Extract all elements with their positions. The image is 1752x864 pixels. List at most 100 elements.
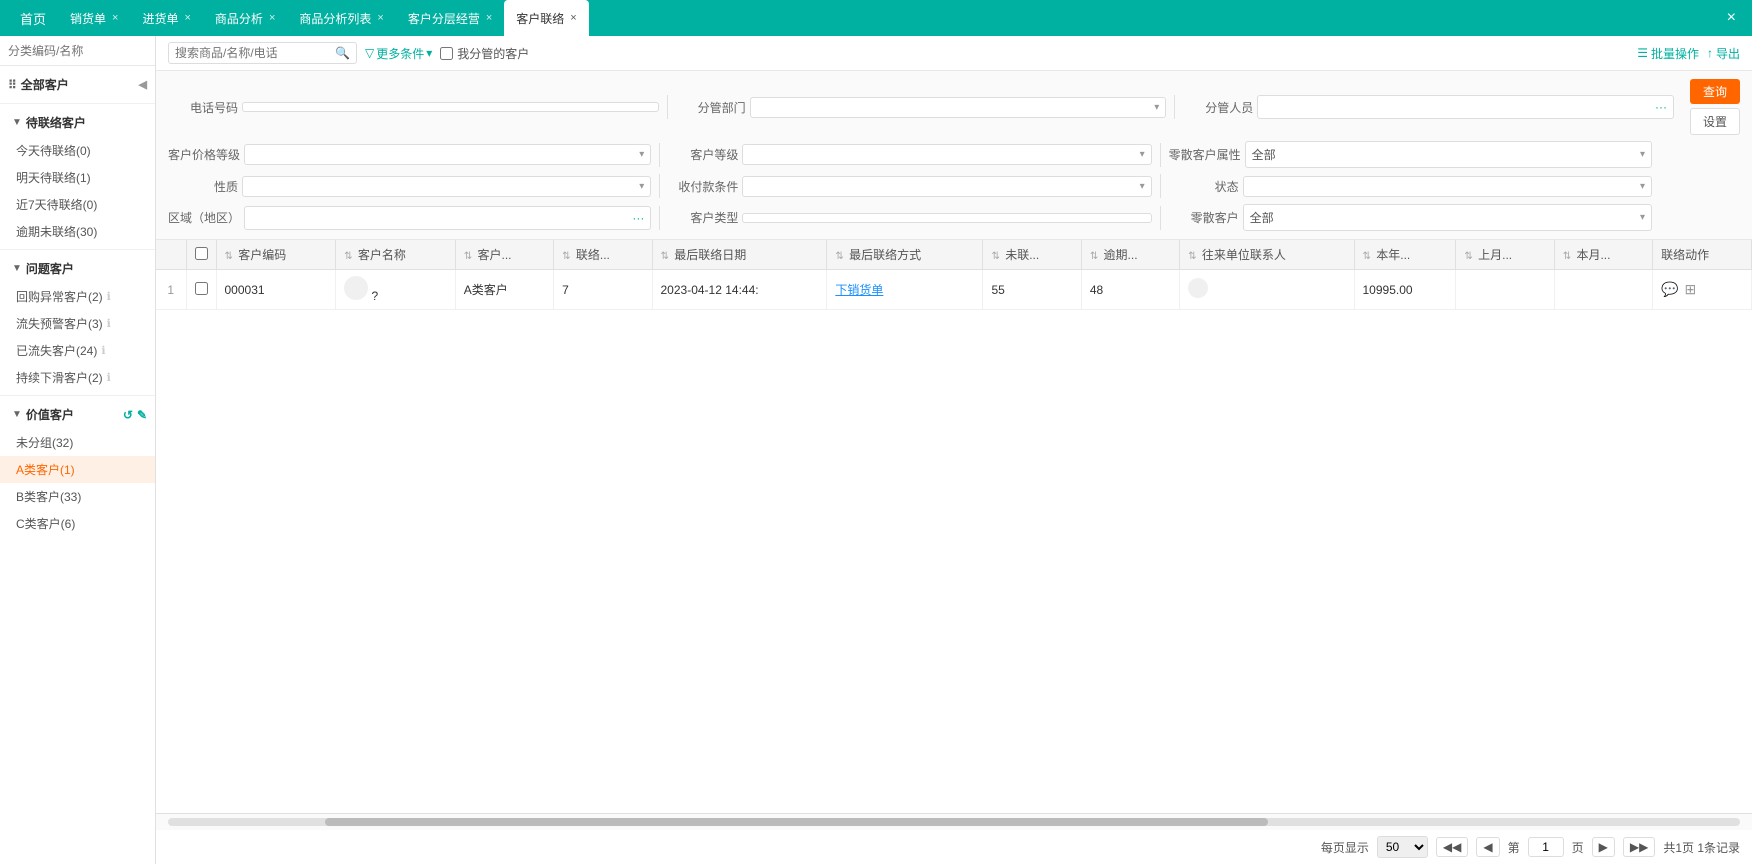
nav-tab-customer-tier[interactable]: 客户分层经营 × (396, 0, 504, 36)
close-tab-purchase-icon[interactable]: × (184, 12, 190, 24)
sidebar-item-lost-pre[interactable]: 流失预警客户(3) ℹ (0, 310, 155, 337)
close-tab-sales-icon[interactable]: × (112, 12, 118, 24)
contact-method-link[interactable]: 下销货单 (835, 283, 883, 297)
person-dots-icon[interactable]: ··· (1655, 100, 1667, 114)
col-this-month: ⇅ 本月... (1554, 240, 1652, 270)
retail-attr-input[interactable]: 全部▾ (1245, 141, 1652, 168)
total-pages-label: 页 (1572, 839, 1584, 856)
filter-customer-type: 客户类型 (668, 209, 1151, 226)
person-input[interactable]: ··· (1257, 95, 1674, 119)
nav-tab-analysis-list[interactable]: 商品分析列表 × (287, 0, 395, 36)
price-level-label: 客户价格等级 (168, 146, 240, 163)
row-last-month (1456, 270, 1554, 310)
filter-row-4: 区域（地区） ··· 客户类型 零散客户 全部▾ (168, 204, 1740, 231)
close-tab-analysis-icon[interactable]: × (269, 12, 275, 24)
sidebar-value-customers-section: ▼ 价值客户 ↺ ✎ 未分组(32) A类客户(1) B类客户(33) C类客户… (0, 395, 155, 541)
refresh-icon[interactable]: ↺ (123, 408, 133, 422)
row-checkbox-cell (186, 270, 216, 310)
pay-condition-input[interactable]: ▾ (742, 176, 1151, 197)
sidebar-item-tomorrow-wait[interactable]: 明天待联络(1) (0, 164, 155, 191)
close-tab-customer-tier-icon[interactable]: × (486, 12, 492, 24)
sidebar-all-customers-header[interactable]: ⠿ 全部客户 ◀ (0, 70, 155, 99)
first-page-button[interactable]: ◀◀ (1436, 837, 1468, 857)
customer-level-input[interactable]: ▾ (742, 144, 1151, 165)
sidebar-item-unclassified[interactable]: 未分组(32) (0, 429, 155, 456)
filter-bar: 🔍 ▽ 更多条件 ▾ 我分管的客户 ☰ 批量操作 ↑ 导出 (156, 36, 1752, 71)
sidebar-item-class-c[interactable]: C类客户(6) (0, 510, 155, 537)
sidebar-wait-contact-header[interactable]: ▼ 待联络客户 (0, 108, 155, 137)
content-area: 🔍 ▽ 更多条件 ▾ 我分管的客户 ☰ 批量操作 ↑ 导出 (156, 36, 1752, 864)
search-icon[interactable]: 🔍 (335, 46, 350, 60)
region-input[interactable]: ··· (244, 206, 651, 230)
export-button[interactable]: ↑ 导出 (1707, 45, 1740, 62)
table-container: ⇅ 客户编码 ⇅ 客户名称 ⇅ 客户... ⇅ (156, 240, 1752, 813)
info-icon-continue-down: ℹ (107, 371, 111, 384)
nav-tab-purchase[interactable]: 进货单 × (130, 0, 202, 36)
nav-tab-customer-contact[interactable]: 客户联络 × (504, 0, 588, 36)
query-button[interactable]: 查询 (1690, 79, 1740, 104)
sidebar-item-rebuyers[interactable]: 回购异常客户(2) ℹ (0, 283, 155, 310)
nav-home[interactable]: 首页 (8, 0, 58, 36)
row-checkbox[interactable] (195, 282, 208, 295)
row-customer-class: A类客户 (455, 270, 553, 310)
filter-status: 状态 ▾ (1169, 176, 1652, 197)
next-page-button[interactable]: ▶ (1592, 837, 1615, 857)
qr-icon[interactable]: ⊞ (1685, 281, 1697, 298)
region-dots-icon[interactable]: ··· (632, 211, 644, 225)
col-last-contact-method: ⇅ 最后联络方式 (827, 240, 983, 270)
sidebar-item-continue-down[interactable]: 持续下滑客户(2) ℹ (0, 364, 155, 391)
close-tab-analysis-list-icon[interactable]: × (377, 12, 383, 24)
sidebar-search-area: 🔍 (0, 36, 155, 66)
triangle-down-icon: ▼ (12, 117, 22, 128)
status-input[interactable]: ▾ (1243, 176, 1652, 197)
edit-icon[interactable]: ✎ (137, 408, 147, 422)
row-this-year: 10995.00 (1354, 270, 1456, 310)
page-number-input[interactable] (1528, 837, 1564, 857)
sidebar-value-customers-header[interactable]: ▼ 价值客户 ↺ ✎ (0, 400, 155, 429)
sidebar-search-input[interactable] (8, 44, 156, 58)
col-index (156, 240, 186, 270)
nav-tab-sales[interactable]: 销货单 × (58, 0, 130, 36)
batch-ops-button[interactable]: ☰ 批量操作 (1637, 45, 1699, 62)
close-tab-customer-contact-icon[interactable]: × (570, 12, 576, 24)
per-page-select[interactable]: 50 100 (1377, 836, 1428, 858)
row-code: 000031 (216, 270, 336, 310)
sidebar-wait-contact-section: ▼ 待联络客户 今天待联络(0) 明天待联络(1) 近7天待联络(0) 逾期未联… (0, 103, 155, 249)
price-level-input[interactable]: ▾ (244, 144, 651, 165)
phone-label: 电话号码 (168, 99, 238, 116)
customer-type-input[interactable] (742, 213, 1151, 223)
sidebar-item-overdue-contact[interactable]: 逾期未联络(30) (0, 218, 155, 245)
col-checkbox (186, 240, 216, 270)
sidebar-item-today-wait[interactable]: 今天待联络(0) (0, 137, 155, 164)
row-contact: 7 (554, 270, 652, 310)
chat-icon[interactable]: 💬 (1661, 281, 1678, 298)
sidebar-item-class-b[interactable]: B类客户(33) (0, 483, 155, 510)
sidebar-item-class-a[interactable]: A类客户(1) (0, 456, 155, 483)
sidebar-item-lost[interactable]: 已流失客户(24) ℹ (0, 337, 155, 364)
filter-pay-condition: 收付款条件 ▾ (668, 176, 1151, 197)
prev-page-button[interactable]: ◀ (1476, 837, 1499, 857)
my-customers-checkbox[interactable]: 我分管的客户 (440, 45, 529, 62)
phone-input[interactable] (242, 102, 659, 112)
window-close-button[interactable]: × (1719, 9, 1744, 27)
sort-icon-last-date: ⇅ (661, 251, 669, 262)
sidebar-item-seven-days-wait[interactable]: 近7天待联络(0) (0, 191, 155, 218)
search-input[interactable] (175, 46, 335, 60)
row-name: ? (336, 270, 456, 310)
select-all-checkbox[interactable] (195, 247, 208, 260)
more-conditions-button[interactable]: ▽ 更多条件 ▾ (365, 45, 432, 62)
nav-tab-analysis[interactable]: 商品分析 × (203, 0, 287, 36)
nature-input[interactable]: ▾ (242, 176, 651, 197)
sort-icon-unit: ⇅ (1188, 251, 1196, 262)
col-overdue: ⇅ 逾期... (1081, 240, 1179, 270)
settings-button[interactable]: 设置 (1690, 108, 1740, 135)
filter-row-1: 电话号码 分管部门 ▾ 分管人员 ··· (168, 79, 1740, 135)
col-last-month: ⇅ 上月... (1456, 240, 1554, 270)
last-page-button[interactable]: ▶▶ (1623, 837, 1655, 857)
sidebar-problem-customers-header[interactable]: ▼ 问题客户 (0, 254, 155, 283)
retail-customer-input[interactable]: 全部▾ (1243, 204, 1652, 231)
my-customers-check[interactable] (440, 47, 453, 60)
horizontal-scrollbar[interactable] (168, 818, 1740, 826)
dept-input[interactable]: ▾ (750, 97, 1167, 118)
sort-icon-year: ⇅ (1363, 251, 1371, 262)
